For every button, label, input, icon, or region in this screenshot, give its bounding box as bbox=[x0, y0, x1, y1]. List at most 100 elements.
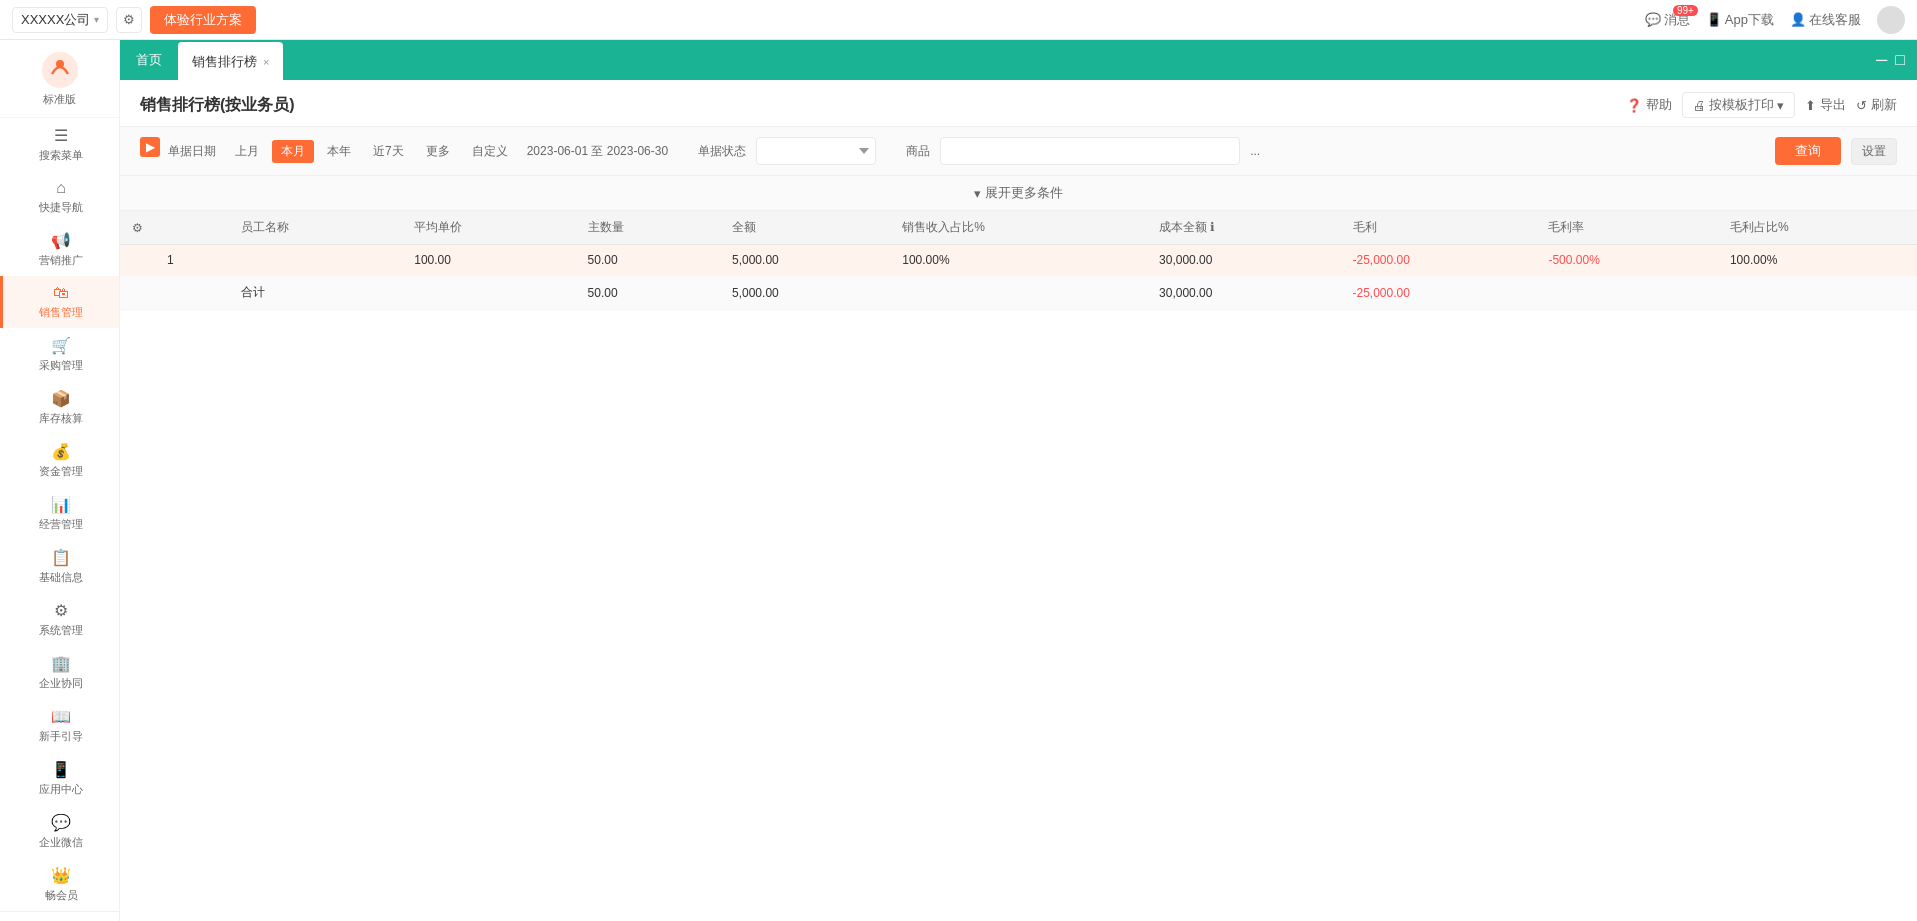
page-title: 销售排行榜(按业务员) bbox=[140, 95, 295, 116]
page-header: 销售排行榜(按业务员) ❓ 帮助 🖨 按模板打印 ▾ ⬆ 导出 bbox=[120, 80, 1917, 127]
date-range-display: 2023-06-01 至 2023-06-30 bbox=[527, 143, 668, 160]
sidebar-item-quick-nav[interactable]: ⌂ 快捷导航 bbox=[0, 171, 119, 223]
sidebar-item-label: 库存核算 bbox=[39, 411, 83, 426]
marketing-icon: 📢 bbox=[51, 231, 71, 250]
footer-amount: 5,000.00 bbox=[720, 276, 890, 310]
help-button[interactable]: ❓ 帮助 bbox=[1626, 96, 1672, 114]
industry-button[interactable]: 体验行业方案 bbox=[150, 6, 256, 34]
cell-rank: 1 bbox=[155, 245, 229, 276]
prev-month-btn[interactable]: 上月 bbox=[226, 140, 268, 163]
message-button[interactable]: 💬 消息 99+ bbox=[1645, 11, 1690, 29]
sidebar-item-label: 系统管理 bbox=[39, 623, 83, 638]
page-actions: ❓ 帮助 🖨 按模板打印 ▾ ⬆ 导出 ↺ 刷新 bbox=[1626, 92, 1897, 118]
sidebar-item-label: 企业协同 bbox=[39, 676, 83, 691]
sidebar-item-marketing[interactable]: 📢 营销推广 bbox=[0, 223, 119, 276]
sidebar-item-search[interactable]: ☰ 搜索菜单 bbox=[0, 118, 119, 171]
sidebar-item-label: 新手引导 bbox=[39, 729, 83, 744]
last-7-days-btn[interactable]: 近7天 bbox=[364, 140, 413, 163]
expand-more-label: 展开更多条件 bbox=[985, 184, 1063, 202]
sidebar-item-label: 企业微信 bbox=[39, 835, 83, 850]
sidebar-item-member[interactable]: 👑 畅会员 bbox=[0, 858, 119, 911]
tab-close-icon[interactable]: × bbox=[263, 56, 269, 68]
filter-expand-button[interactable]: ▶ bbox=[140, 137, 160, 157]
cell-gross-rate: -500.00% bbox=[1536, 245, 1717, 276]
date-filter-options: 上月 本月 本年 近7天 更多 自定义 bbox=[226, 140, 517, 163]
query-button[interactable]: 查询 bbox=[1775, 137, 1841, 165]
refresh-label: 刷新 bbox=[1871, 96, 1897, 114]
operation-icon: 📊 bbox=[51, 495, 71, 514]
app-download-button[interactable]: 📱 App下载 bbox=[1706, 11, 1774, 29]
sidebar-item-label: 销售管理 bbox=[39, 305, 83, 320]
cell-employee bbox=[229, 245, 402, 276]
search-menu-icon: ☰ bbox=[54, 126, 68, 145]
sidebar: 标准版 ☰ 搜索菜单 ⌂ 快捷导航 📢 营销推广 🛍 销售管理 🛒 采购管理 📦… bbox=[0, 40, 120, 921]
template-print-button[interactable]: 🖨 按模板打印 ▾ bbox=[1682, 92, 1795, 118]
message-icon: 💬 bbox=[1645, 12, 1661, 27]
footer-gross-rate bbox=[1536, 276, 1717, 310]
col-sales-pct: 销售收入占比% bbox=[890, 211, 1147, 245]
setting-button[interactable]: 设置 bbox=[1851, 138, 1897, 165]
logo-text: 标准版 bbox=[43, 92, 76, 107]
service-label: 在线客服 bbox=[1809, 11, 1861, 29]
sidebar-item-label: 基础信息 bbox=[39, 570, 83, 585]
footer-rank bbox=[155, 276, 229, 310]
sidebar-item-app-center[interactable]: 📱 应用中心 bbox=[0, 752, 119, 805]
home-icon: ⌂ bbox=[56, 179, 66, 197]
expand-more-button[interactable]: ▾ 展开更多条件 bbox=[974, 184, 1063, 202]
col-gross-profit: 毛利 bbox=[1341, 211, 1537, 245]
current-year-btn[interactable]: 本年 bbox=[318, 140, 360, 163]
sidebar-item-guide[interactable]: 📖 新手引导 bbox=[0, 699, 119, 752]
tab-sales-ranking[interactable]: 销售排行榜 × bbox=[178, 42, 283, 82]
app-label: App下载 bbox=[1725, 11, 1774, 29]
sidebar-item-inventory[interactable]: 📦 库存核算 bbox=[0, 381, 119, 434]
member-icon: 👑 bbox=[51, 866, 71, 885]
app-center-icon: 📱 bbox=[51, 760, 71, 779]
footer-cost-amount: 30,000.00 bbox=[1147, 276, 1340, 310]
export-label: 导出 bbox=[1820, 96, 1846, 114]
col-rank bbox=[155, 211, 229, 245]
col-main-qty: 主数量 bbox=[576, 211, 720, 245]
sidebar-item-purchase[interactable]: 🛒 采购管理 bbox=[0, 328, 119, 381]
tab-minimize-icon[interactable]: ─ bbox=[1876, 51, 1887, 69]
sidebar-item-label: 资金管理 bbox=[39, 464, 83, 479]
custom-date-btn[interactable]: 自定义 bbox=[463, 140, 517, 163]
sidebar-item-system[interactable]: ⚙ 系统管理 bbox=[0, 593, 119, 646]
refresh-button[interactable]: ↺ 刷新 bbox=[1856, 96, 1897, 114]
tab-home[interactable]: 首页 bbox=[120, 40, 178, 80]
sidebar-item-enterprise[interactable]: 🏢 企业协同 bbox=[0, 646, 119, 699]
footer-gross-profit: -25,000.00 bbox=[1341, 276, 1537, 310]
print-icon: 🖨 bbox=[1693, 98, 1706, 113]
sidebar-item-operation[interactable]: 📊 经营管理 bbox=[0, 487, 119, 540]
status-select[interactable] bbox=[756, 137, 876, 165]
chevron-down-icon: ▾ bbox=[974, 186, 981, 201]
online-service-button[interactable]: 👤 在线客服 bbox=[1790, 11, 1861, 29]
purchase-icon: 🛒 bbox=[51, 336, 71, 355]
more-filters-btn[interactable]: ... bbox=[1250, 144, 1260, 158]
col-settings[interactable]: ⚙ bbox=[120, 211, 155, 245]
export-button[interactable]: ⬆ 导出 bbox=[1805, 96, 1846, 114]
sidebar-item-basic-info[interactable]: 📋 基础信息 bbox=[0, 540, 119, 593]
sidebar-item-label: 快捷导航 bbox=[39, 200, 83, 215]
avatar[interactable] bbox=[1877, 6, 1905, 34]
sidebar-item-wechat[interactable]: 💬 企业微信 bbox=[0, 805, 119, 858]
tab-label: 销售排行榜 bbox=[192, 53, 257, 71]
goods-input[interactable] bbox=[940, 137, 1240, 165]
sidebar-item-label: 应用中心 bbox=[39, 782, 83, 797]
settings-gear-button[interactable]: ⚙ bbox=[116, 7, 142, 33]
table-footer-row: 合计 50.00 5,000.00 30,000.00 -25,000.00 bbox=[120, 276, 1917, 310]
sidebar-item-sales[interactable]: 🛍 销售管理 bbox=[0, 276, 119, 328]
company-selector[interactable]: XXXXX公司 ▾ bbox=[12, 7, 108, 33]
footer-settings bbox=[120, 276, 155, 310]
cell-settings bbox=[120, 245, 155, 276]
more-date-btn[interactable]: 更多 bbox=[417, 140, 459, 163]
cell-sales-pct: 100.00% bbox=[890, 245, 1147, 276]
sidebar-item-capital[interactable]: 💰 资金管理 bbox=[0, 434, 119, 487]
sales-icon: 🛍 bbox=[53, 284, 69, 302]
col-avg-price: 平均单价 bbox=[402, 211, 575, 245]
footer-avg-price bbox=[402, 276, 575, 310]
tab-maximize-icon[interactable]: □ bbox=[1895, 51, 1905, 69]
col-gross-rate: 毛利率 bbox=[1536, 211, 1717, 245]
current-month-btn[interactable]: 本月 bbox=[272, 140, 314, 163]
sidebar-item-label: 采购管理 bbox=[39, 358, 83, 373]
top-right-area: 💬 消息 99+ 📱 App下载 👤 在线客服 bbox=[1645, 6, 1905, 34]
